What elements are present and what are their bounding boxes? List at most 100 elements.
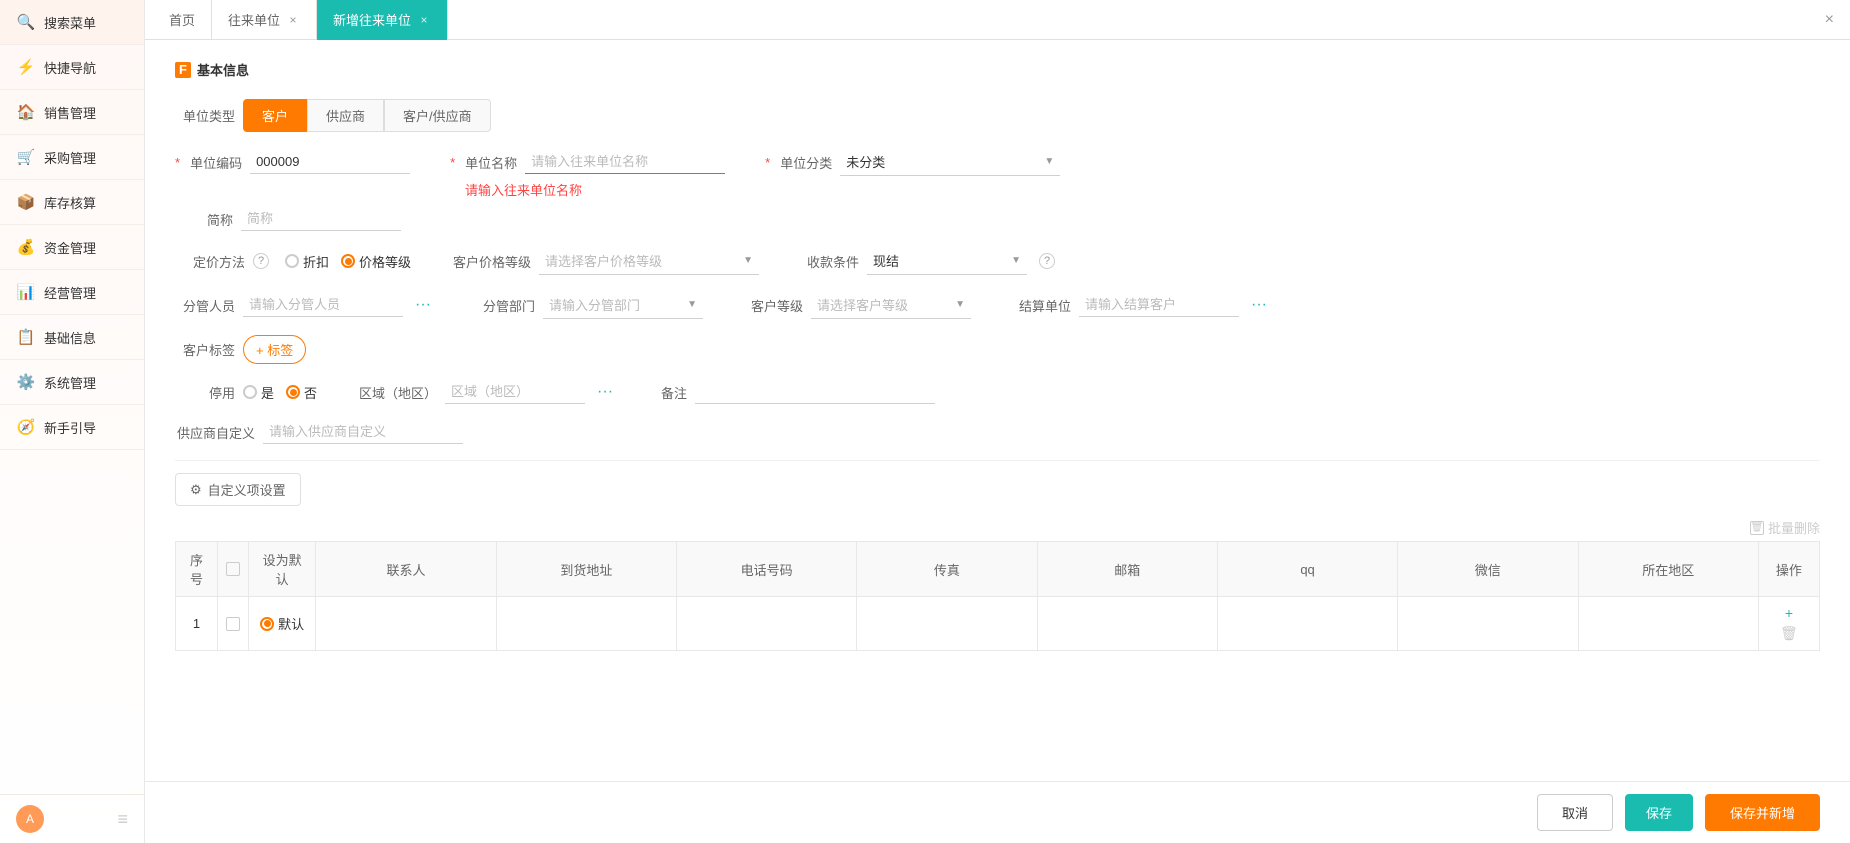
table-actions: 🗑 批量删除 [175,518,1820,537]
tab-new-partner-close[interactable]: × [417,13,431,27]
sidebar-item-finance[interactable]: 💰 资金管理 [0,225,144,270]
qq-input[interactable] [1226,616,1389,631]
region-more-btn[interactable]: ··· [593,383,617,401]
payment-condition-select[interactable]: 现结 ▼ [867,247,1027,275]
settlement-unit-input[interactable] [1079,293,1239,317]
tab-partners-close[interactable]: × [286,13,300,27]
search-icon: 🔍 [16,12,36,32]
sidebar-item-sales[interactable]: 🏠 销售管理 [0,90,144,135]
payment-help-icon[interactable]: ? [1039,253,1055,269]
cell-address[interactable] [496,597,676,651]
radio-price-grade[interactable]: 价格等级 [341,252,411,271]
unit-category-select[interactable]: 未分类 ▼ [840,148,1060,176]
cancel-button[interactable]: 取消 [1537,794,1613,831]
cell-qq[interactable] [1217,597,1397,651]
cell-wechat[interactable] [1398,597,1578,651]
sidebar-item-basic-info[interactable]: 📋 基础信息 [0,315,144,360]
contact-input[interactable] [324,616,487,631]
phone-input[interactable] [685,616,848,631]
manager-input[interactable] [243,293,403,317]
page-footer: 取消 保存 保存并新增 [145,781,1850,843]
cell-phone[interactable] [676,597,856,651]
sidebar-menu-icon[interactable]: ≡ [117,809,128,830]
section-header: F 基本信息 [175,60,1820,79]
cell-location[interactable] [1578,597,1758,651]
row-default-radio[interactable]: 默认 [257,614,307,633]
sidebar-item-operation[interactable]: 📊 经营管理 [0,270,144,315]
sidebar-item-search[interactable]: 🔍 搜索菜单 [0,0,144,45]
sidebar-item-quick-nav[interactable]: ⚡ 快捷导航 [0,45,144,90]
unit-btn-both[interactable]: 客户/供应商 [384,99,491,132]
manager-more-btn[interactable]: ··· [411,296,435,314]
th-email: 邮箱 [1037,542,1217,597]
abbr-input[interactable] [241,207,401,231]
delete-row-btn[interactable]: 🗑 [1776,623,1802,644]
unit-btn-supplier[interactable]: 供应商 [307,99,384,132]
payment-condition-arrow-icon: ▼ [1011,255,1021,266]
radio-disabled-no[interactable]: 否 [286,383,317,402]
sidebar-item-purchase[interactable]: 🛒 采购管理 [0,135,144,180]
location-input[interactable] [1587,616,1750,631]
header-checkbox[interactable] [226,562,240,576]
settlement-more-btn[interactable]: ··· [1247,296,1271,314]
tags-row: 客户标签 + 标签 [175,335,1820,364]
unit-btn-customer[interactable]: 客户 [243,99,307,132]
cell-email[interactable] [1037,597,1217,651]
sidebar-item-label: 库存核算 [44,193,96,212]
sidebar-item-new-guide[interactable]: 🧭 新手引导 [0,405,144,450]
tab-new-partner-label: 新增往来单位 [333,10,411,29]
cell-fax[interactable] [857,597,1037,651]
customer-level-select[interactable]: 请选择客户等级 ▼ [811,291,971,319]
cell-contact[interactable] [316,597,496,651]
unit-basic-row: * 单位编码 * 单位名称 * 单位分类 未分类 ▼ [175,148,1820,176]
email-input[interactable] [1046,616,1209,631]
unit-name-input[interactable] [525,150,725,174]
price-level-arrow-icon: ▼ [743,255,753,266]
add-tag-btn[interactable]: + 标签 [243,335,306,364]
address-input[interactable] [505,616,668,631]
tab-partners[interactable]: 往来单位 × [212,0,317,40]
sidebar-item-system[interactable]: ⚙️ 系统管理 [0,360,144,405]
remark-input[interactable] [695,380,935,404]
fax-input[interactable] [865,616,1028,631]
disabled-group: 停用 是 否 [175,383,317,402]
supplier-custom-label: 供应商自定义 [175,423,255,442]
pricing-help-icon[interactable]: ? [253,253,269,269]
save-button[interactable]: 保存 [1625,794,1693,831]
add-row-btn[interactable]: + [1781,603,1797,623]
wechat-input[interactable] [1406,616,1569,631]
department-select[interactable]: 请输入分管部门 ▼ [543,291,703,319]
th-wechat: 微信 [1398,542,1578,597]
user-avatar[interactable]: A [16,805,44,833]
tab-new-partner[interactable]: 新增往来单位 × [317,0,448,40]
cell-action: + 🗑 [1758,597,1819,651]
gear-icon: ⚙ [190,482,202,498]
customer-price-level-select[interactable]: 请选择客户价格等级 ▼ [539,247,759,275]
radio-disabled-yes[interactable]: 是 [243,383,274,402]
unit-type-buttons: 客户 供应商 客户/供应商 [243,99,491,132]
required-star-name: * [450,155,455,170]
tab-home-label: 首页 [169,10,195,29]
sidebar-item-inventory[interactable]: 📦 库存核算 [0,180,144,225]
tab-home[interactable]: 首页 [153,0,212,40]
custom-settings-btn[interactable]: ⚙ 自定义项设置 [175,473,301,506]
unit-name-group: * 单位名称 [450,150,725,174]
row-checkbox[interactable] [226,617,240,631]
th-address: 到货地址 [496,542,676,597]
batch-delete-btn[interactable]: 🗑 批量删除 [1750,518,1820,537]
cell-default: 默认 [249,597,316,651]
abbr-row: 简称 [175,207,1820,231]
radio-discount[interactable]: 折扣 [285,252,329,271]
region-label: 区域（地区） [357,383,437,402]
unit-code-input[interactable] [250,150,410,174]
global-close-btn[interactable]: × [1817,11,1842,29]
supplier-custom-input[interactable] [263,420,463,444]
region-input[interactable] [445,380,585,404]
sidebar-item-label: 新手引导 [44,418,96,437]
customer-price-level-label: 客户价格等级 [451,252,531,271]
unit-name-label: 单位名称 [465,153,517,172]
save-add-button[interactable]: 保存并新增 [1705,794,1820,831]
required-star-cat: * [765,155,770,170]
disabled-row: 停用 是 否 区域（地区） ··· 备注 [175,380,1820,404]
abbr-label: 简称 [183,210,233,229]
